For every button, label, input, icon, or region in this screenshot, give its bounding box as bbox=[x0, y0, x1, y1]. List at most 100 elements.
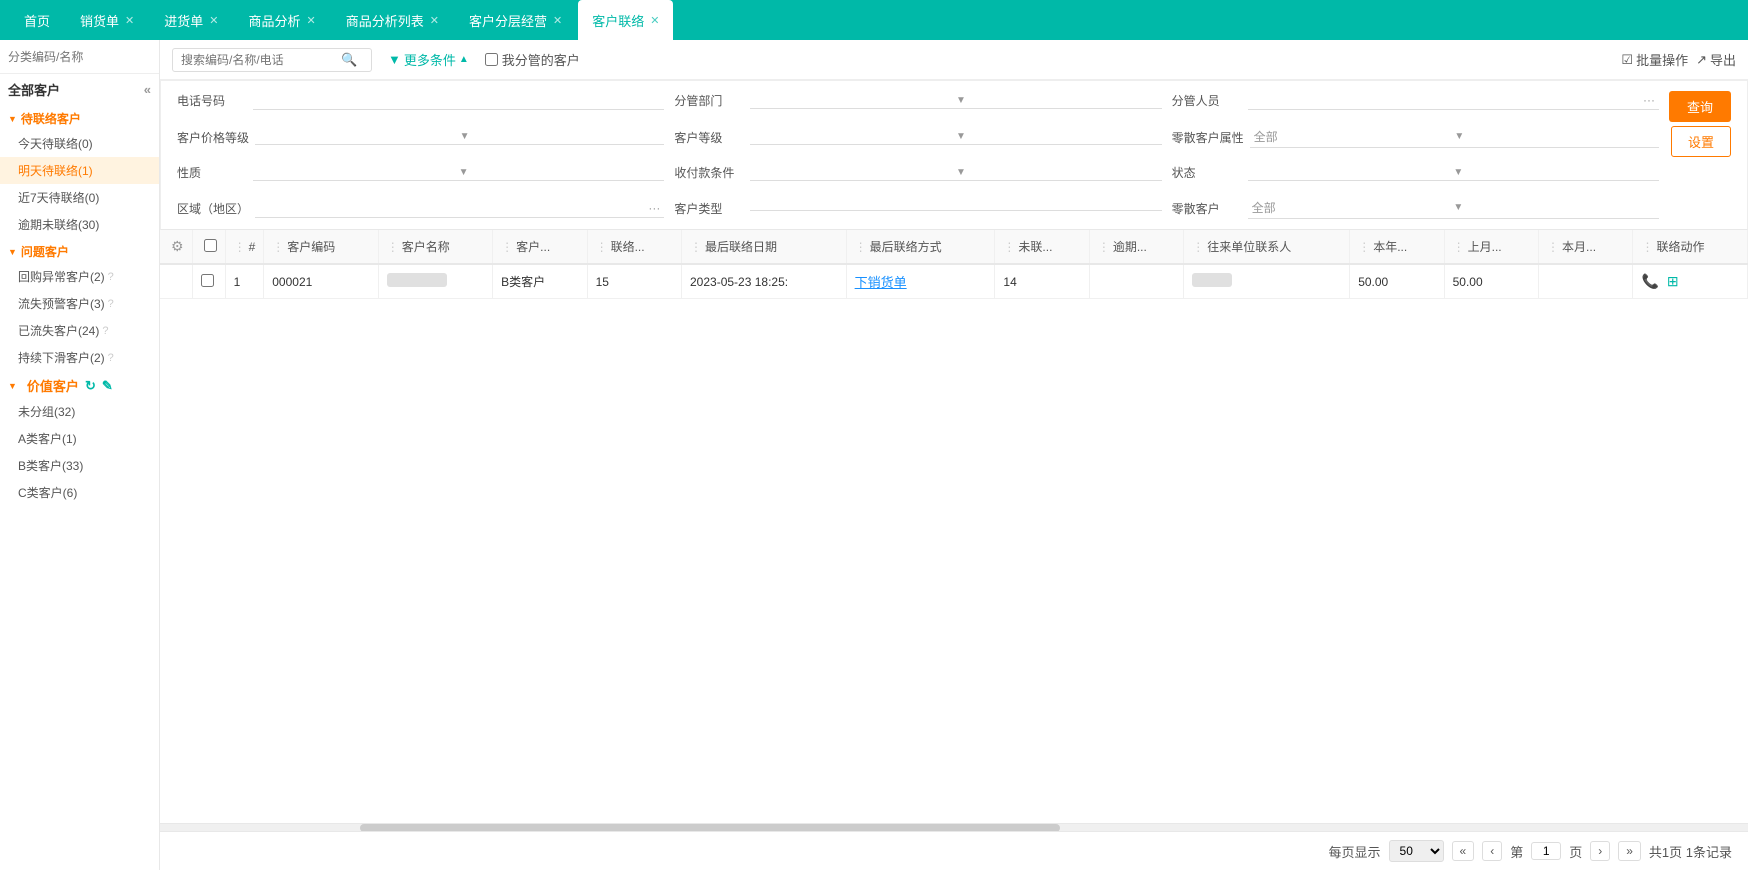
first-page-btn[interactable]: « bbox=[1452, 841, 1475, 861]
select-all-checkbox[interactable] bbox=[204, 239, 217, 252]
td-check bbox=[192, 264, 225, 299]
td-action: 📞 ⊞ bbox=[1633, 264, 1748, 299]
customers-table: ⚙ # 客户编码 客户名称 客户... 联络... 最后联络日期 最后联络方式 … bbox=[160, 230, 1748, 299]
horizontal-scrollbar-track bbox=[160, 823, 1748, 831]
value-edit-icon[interactable]: ✎ bbox=[102, 378, 113, 394]
filter-status-select[interactable]: ▼ bbox=[1248, 165, 1659, 181]
col-this-month: 本月... bbox=[1539, 230, 1633, 264]
filter-buttons: 查询 设置 bbox=[1669, 91, 1731, 157]
filter-dept-select[interactable]: ▼ bbox=[750, 93, 1161, 109]
filter-price-level: 客户价格等级 ▼ bbox=[177, 129, 664, 146]
my-customers-checkbox[interactable] bbox=[485, 53, 498, 66]
search-icon[interactable]: 🔍 bbox=[341, 52, 357, 68]
sidebar-item-repeat[interactable]: 回购异常客户(2) ? bbox=[0, 263, 159, 290]
total-records: 共1页 1条记录 bbox=[1649, 842, 1732, 861]
sidebar-item-ungrouped[interactable]: 未分组(32) bbox=[0, 398, 159, 425]
filter-customer-type-select[interactable] bbox=[750, 206, 1161, 211]
sidebar-item-lost-warning[interactable]: 流失预警客户(3) ? bbox=[0, 290, 159, 317]
last-page-btn[interactable]: » bbox=[1618, 841, 1641, 861]
page-label: 第 bbox=[1510, 842, 1523, 861]
export-btn[interactable]: ↗ 导出 bbox=[1696, 50, 1736, 69]
sidebar: 🔍 全部客户 « 待联络客户 今天待联络(0) 明天待联络(1) 近7天待联络(… bbox=[0, 40, 160, 870]
query-button[interactable]: 查询 bbox=[1669, 91, 1731, 122]
td-this-year: 50.00 bbox=[1350, 264, 1444, 299]
filter-phone-input[interactable] bbox=[253, 91, 664, 110]
col-last-method: 最后联络方式 bbox=[846, 230, 995, 264]
col-last-date: 最后联络日期 bbox=[682, 230, 847, 264]
next-page-btn[interactable]: › bbox=[1590, 841, 1610, 861]
td-customer-type: B类客户 bbox=[493, 264, 587, 299]
prev-page-btn[interactable]: ‹ bbox=[1482, 841, 1502, 861]
filter-manager-input[interactable]: ··· bbox=[1248, 91, 1659, 110]
filter-arrow-icon: ▲ bbox=[459, 54, 469, 65]
all-customers-title: 全部客户 « bbox=[0, 74, 159, 105]
nav-home[interactable]: 首页 bbox=[10, 0, 64, 40]
search-input[interactable] bbox=[181, 53, 341, 67]
sidebar-collapse-icon[interactable]: « bbox=[144, 82, 151, 97]
table-header-row: ⚙ # 客户编码 客户名称 客户... 联络... 最后联络日期 最后联络方式 … bbox=[160, 230, 1748, 264]
nav-analysis-list-close[interactable]: ✕ bbox=[430, 14, 439, 27]
td-overdue bbox=[1089, 264, 1183, 299]
sidebar-item-class-a[interactable]: A类客户(1) bbox=[0, 425, 159, 452]
nav-analysis-close[interactable]: ✕ bbox=[307, 14, 316, 27]
sidebar-item-tomorrow[interactable]: 明天待联络(1) bbox=[0, 157, 159, 184]
toolbar-right: ☑ 批量操作 ↗ 导出 bbox=[1621, 50, 1736, 69]
filter-gender-select[interactable]: ▼ bbox=[253, 165, 664, 181]
action-grid-icon[interactable]: ⊞ bbox=[1667, 273, 1679, 290]
sidebar-item-decrease[interactable]: 持续下滑客户(2) ? bbox=[0, 344, 159, 371]
nav-purchase[interactable]: 进货单 ✕ bbox=[150, 0, 232, 40]
per-page-select[interactable]: 50 100 200 bbox=[1389, 840, 1444, 862]
batch-btn[interactable]: ☑ 批量操作 bbox=[1621, 50, 1688, 69]
filter-payment: 收付款条件 ▼ bbox=[674, 164, 1161, 181]
chevron-down-icon-8: ▼ bbox=[1453, 202, 1655, 213]
sidebar-item-lost[interactable]: 已流失客户(24) ? bbox=[0, 317, 159, 344]
nav-sales-close[interactable]: ✕ bbox=[125, 14, 134, 27]
filter-retail-customer-select[interactable]: 全部 ▼ bbox=[1248, 197, 1659, 219]
last-method-link[interactable]: 下销货单 bbox=[855, 275, 907, 290]
my-customers-checkbox-label[interactable]: 我分管的客户 bbox=[485, 50, 580, 69]
sidebar-search-input[interactable] bbox=[8, 50, 160, 64]
nav-sales[interactable]: 销货单 ✕ bbox=[66, 0, 148, 40]
sidebar-item-class-b[interactable]: B类客户(33) bbox=[0, 452, 159, 479]
nav-purchase-close[interactable]: ✕ bbox=[209, 14, 218, 27]
filter-btn[interactable]: ▼ 更多条件 ▲ bbox=[380, 46, 477, 73]
filter-price-level-select[interactable]: ▼ bbox=[255, 129, 664, 145]
td-name bbox=[378, 264, 492, 299]
nav-analysis[interactable]: 商品分析 ✕ bbox=[234, 0, 329, 40]
toolbar: 🔍 ▼ 更多条件 ▲ 我分管的客户 ☑ 批量操作 ↗ 导出 bbox=[160, 40, 1748, 80]
current-page bbox=[1531, 842, 1561, 860]
help-icon-repeat: ? bbox=[108, 271, 114, 283]
filter-row-1: 电话号码 分管部门 ▼ 分管人员 bbox=[177, 91, 1659, 110]
page-number-input[interactable] bbox=[1531, 842, 1561, 860]
nav-analysis-list[interactable]: 商品分析列表 ✕ bbox=[332, 0, 453, 40]
nav-customer-tier-close[interactable]: ✕ bbox=[553, 14, 562, 27]
col-customer-type: 客户... bbox=[493, 230, 587, 264]
set-button[interactable]: 设置 bbox=[1671, 126, 1731, 157]
value-refresh-icon[interactable]: ↻ bbox=[85, 378, 96, 394]
td-unit-contact bbox=[1184, 264, 1350, 299]
sidebar-item-overdue[interactable]: 逾期未联络(30) bbox=[0, 211, 159, 238]
sidebar-item-today[interactable]: 今天待联络(0) bbox=[0, 130, 159, 157]
col-code: 客户编码 bbox=[264, 230, 378, 264]
sidebar-item-week7[interactable]: 近7天待联络(0) bbox=[0, 184, 159, 211]
col-action: 联络动作 bbox=[1633, 230, 1748, 264]
col-this-year: 本年... bbox=[1350, 230, 1444, 264]
row-checkbox[interactable] bbox=[201, 274, 214, 287]
sidebar-item-class-c[interactable]: C类客户(6) bbox=[0, 479, 159, 506]
filter-customer-level-select[interactable]: ▼ bbox=[750, 129, 1161, 145]
filter-payment-select[interactable]: ▼ bbox=[750, 165, 1161, 181]
filter-retail-attr-select[interactable]: 全部 ▼ bbox=[1250, 126, 1659, 148]
action-phone-icon[interactable]: 📞 bbox=[1641, 273, 1658, 290]
table-container: ⚙ # 客户编码 客户名称 客户... 联络... 最后联络日期 最后联络方式 … bbox=[160, 230, 1748, 823]
nav-customer-contact[interactable]: 客户联络 ✕ bbox=[578, 0, 673, 40]
nav-customer-tier[interactable]: 客户分层经营 ✕ bbox=[455, 0, 576, 40]
chevron-down-icon-3: ▼ bbox=[956, 131, 1158, 142]
help-icon-lost: ? bbox=[108, 298, 114, 310]
chevron-down-icon-4: ▼ bbox=[1454, 131, 1655, 142]
filter-region-input[interactable]: ··· bbox=[255, 199, 664, 218]
chevron-down-icon: ▼ bbox=[956, 95, 1158, 106]
col-check bbox=[192, 230, 225, 264]
action-icons: 📞 ⊞ bbox=[1641, 273, 1739, 290]
nav-customer-contact-close[interactable]: ✕ bbox=[650, 14, 659, 27]
settings-icon[interactable]: ⚙ bbox=[171, 238, 184, 254]
